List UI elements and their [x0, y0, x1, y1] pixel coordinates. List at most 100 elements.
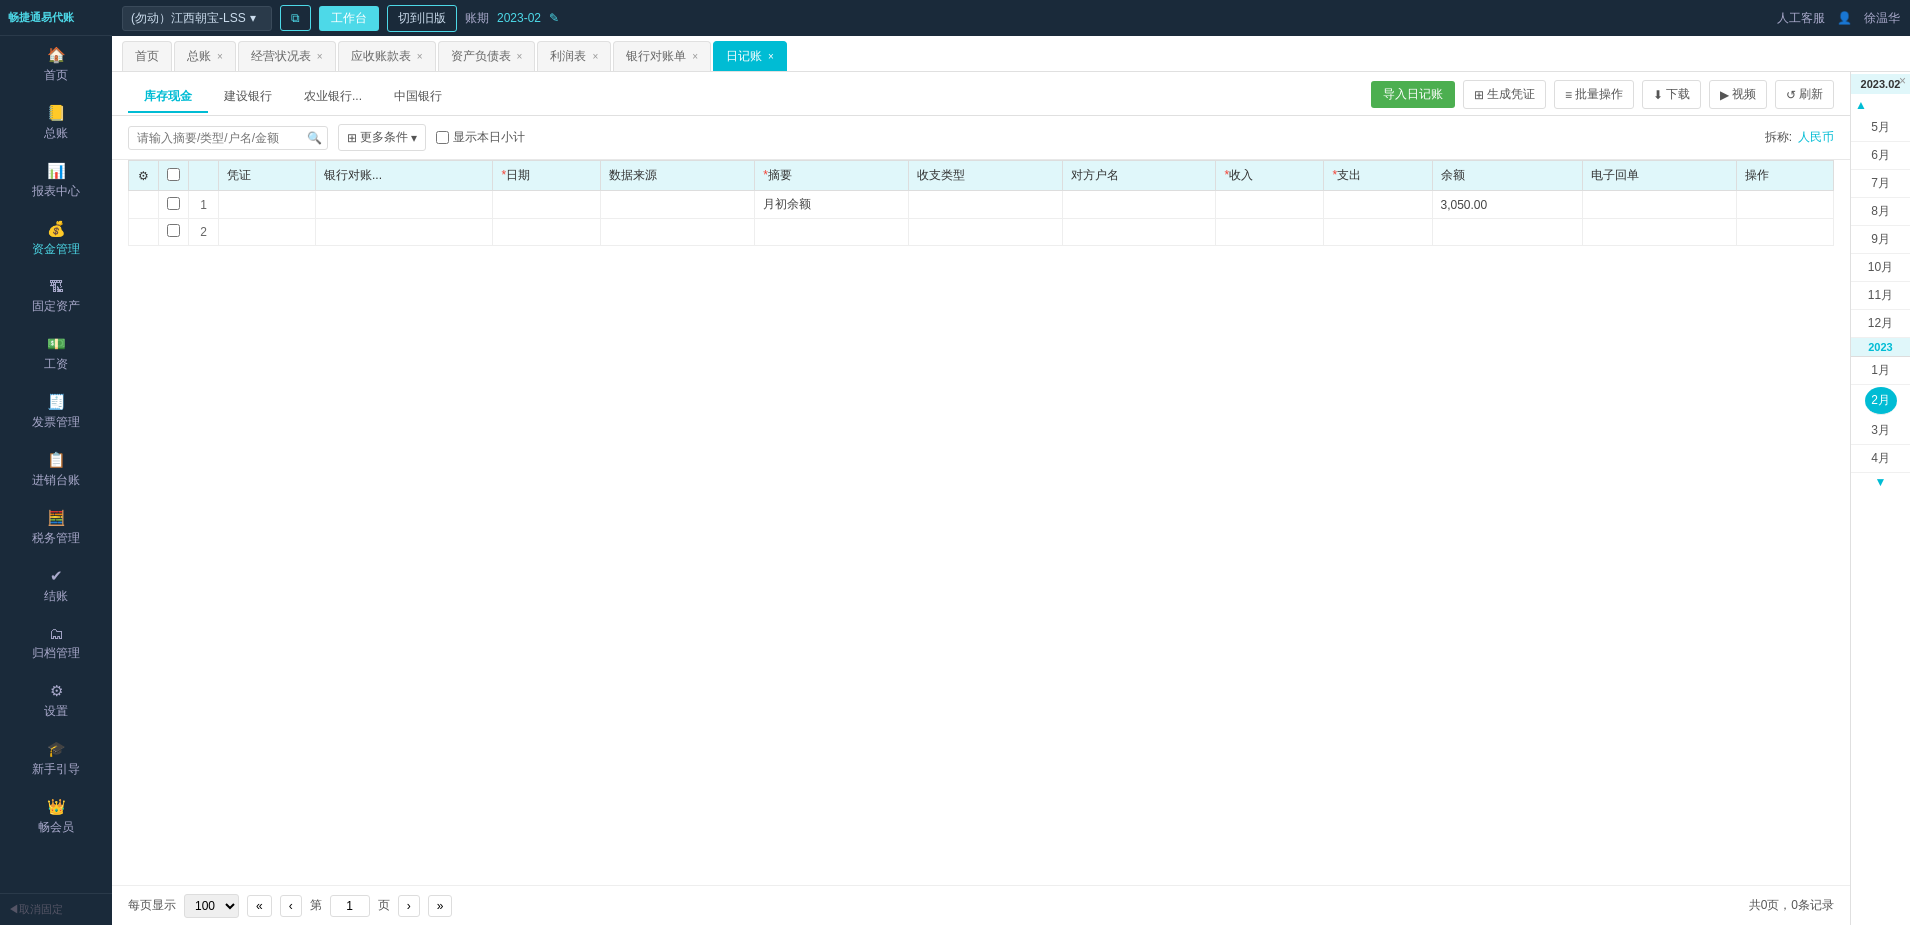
- old-version-button[interactable]: 切到旧版: [387, 5, 457, 32]
- tab-close-icon[interactable]: ×: [768, 51, 774, 62]
- row-select-checkbox[interactable]: [167, 197, 180, 210]
- sidebar-item-label: 归档管理: [32, 645, 80, 662]
- calendar-month-1月[interactable]: 1月: [1851, 357, 1910, 385]
- tab-close-icon[interactable]: ×: [692, 51, 698, 62]
- subtab-农业银行...[interactable]: 农业银行...: [288, 82, 378, 113]
- tab-经营状况表[interactable]: 经营状况表×: [238, 41, 336, 71]
- company-selector[interactable]: (勿动）江西朝宝-LSS ▾: [122, 6, 272, 31]
- next-page-button[interactable]: ›: [398, 895, 420, 917]
- sidebar-item-进销台账[interactable]: 📋进销台账: [0, 441, 112, 499]
- sidebar-item-资金管理[interactable]: 💰资金管理: [0, 210, 112, 268]
- generate-voucher-button[interactable]: ⊞ 生成凭证: [1463, 80, 1546, 109]
- calendar-month-4月[interactable]: 4月: [1851, 445, 1910, 473]
- tab-close-icon[interactable]: ×: [217, 51, 223, 62]
- check-column-header[interactable]: [159, 161, 189, 191]
- sidebar-item-label: 资金管理: [32, 241, 80, 258]
- prev-page-button[interactable]: ‹: [280, 895, 302, 917]
- import-journal-button[interactable]: 导入日记账: [1371, 81, 1455, 108]
- sidebar-icon: 👑: [47, 798, 66, 816]
- subtab-库存现金[interactable]: 库存现金: [128, 82, 208, 113]
- tab-日记账[interactable]: 日记账×: [713, 41, 787, 71]
- avatar-icon: 👤: [1837, 11, 1852, 25]
- sidebar-item-固定资产[interactable]: 🏗固定资产: [0, 268, 112, 325]
- calendar-month-9月[interactable]: 9月: [1851, 226, 1910, 254]
- sidebar-item-label: 设置: [44, 703, 68, 720]
- username[interactable]: 徐温华: [1864, 10, 1900, 27]
- calendar-month-12月[interactable]: 12月: [1851, 310, 1910, 338]
- calendar-nav-up: ▲: [1851, 96, 1910, 114]
- settings-column-header[interactable]: ⚙: [129, 161, 159, 191]
- tab-资产负债表[interactable]: 资产负债表×: [438, 41, 536, 71]
- calendar-months-before: 5月6月7月8月9月10月11月12月: [1851, 114, 1910, 338]
- page-label-post: 页: [378, 897, 390, 914]
- calendar-month-11月[interactable]: 11月: [1851, 282, 1910, 310]
- copy-button[interactable]: ⧉: [280, 5, 311, 31]
- expense-column-header: *支出: [1324, 161, 1432, 191]
- row-source: [601, 191, 755, 219]
- operate-column-header: 操作: [1736, 161, 1833, 191]
- show-daily-subtotal-checkbox[interactable]: 显示本日小计: [436, 129, 525, 146]
- video-button[interactable]: ▶ 视频: [1709, 80, 1767, 109]
- calendar-up-button[interactable]: ▲: [1855, 98, 1867, 112]
- calendar-close-button[interactable]: ×: [1899, 74, 1906, 88]
- sidebar-item-新手引导[interactable]: 🎓新手引导: [0, 730, 112, 788]
- unpin-label: ◀取消固定: [8, 902, 63, 917]
- row-balance: 3,050.00: [1432, 191, 1583, 219]
- calendar-down-button[interactable]: ▼: [1875, 475, 1887, 489]
- tab-总账[interactable]: 总账×: [174, 41, 236, 71]
- sidebar-item-发票管理[interactable]: 🧾发票管理: [0, 383, 112, 441]
- refresh-icon: ↺: [1786, 88, 1796, 102]
- customer-service[interactable]: 人工客服: [1777, 10, 1825, 27]
- balance-column-header: 余额: [1432, 161, 1583, 191]
- row-select-checkbox[interactable]: [167, 224, 180, 237]
- tab-close-icon[interactable]: ×: [592, 51, 598, 62]
- row-voucher: [219, 191, 316, 219]
- first-page-button[interactable]: «: [247, 895, 272, 917]
- calendar-month-7月[interactable]: 7月: [1851, 170, 1910, 198]
- tab-close-icon[interactable]: ×: [417, 51, 423, 62]
- sidebar-item-归档管理[interactable]: 🗂归档管理: [0, 615, 112, 672]
- calendar-month-3月[interactable]: 3月: [1851, 417, 1910, 445]
- period-value[interactable]: 2023-02: [497, 11, 541, 25]
- tab-close-icon[interactable]: ×: [517, 51, 523, 62]
- row-checkbox[interactable]: [159, 219, 189, 246]
- tab-银行对账单[interactable]: 银行对账单×: [613, 41, 711, 71]
- tab-利润表[interactable]: 利润表×: [537, 41, 611, 71]
- calendar-month-6月[interactable]: 6月: [1851, 142, 1910, 170]
- calendar-month-8月[interactable]: 8月: [1851, 198, 1910, 226]
- tab-close-icon[interactable]: ×: [317, 51, 323, 62]
- row-checkbox[interactable]: [159, 191, 189, 219]
- sidebar-unpin[interactable]: ◀取消固定: [0, 893, 112, 925]
- calendar-month-2月[interactable]: 2月: [1865, 387, 1897, 415]
- subtotal-checkbox[interactable]: [436, 131, 449, 144]
- calendar-month-5月[interactable]: 5月: [1851, 114, 1910, 142]
- per-page-select[interactable]: 100 50 200: [184, 894, 239, 918]
- subtab-建设银行[interactable]: 建设银行: [208, 82, 288, 113]
- sidebar-item-报表中心[interactable]: 📊报表中心: [0, 152, 112, 210]
- search-input[interactable]: [128, 126, 328, 150]
- more-conditions-button[interactable]: ⊞ 更多条件 ▾: [338, 124, 426, 151]
- workspace-button[interactable]: 工作台: [319, 6, 379, 31]
- income-column-header: *收入: [1216, 161, 1324, 191]
- last-page-button[interactable]: »: [428, 895, 453, 917]
- currency-value[interactable]: 人民币: [1798, 129, 1834, 146]
- download-button[interactable]: ⬇ 下载: [1642, 80, 1701, 109]
- sidebar-item-工资[interactable]: 💵工资: [0, 325, 112, 383]
- sidebar-item-畅会员[interactable]: 👑畅会员: [0, 788, 112, 846]
- refresh-button[interactable]: ↺ 刷新: [1775, 80, 1834, 109]
- tab-首页[interactable]: 首页: [122, 41, 172, 71]
- sidebar-item-首页[interactable]: 🏠首页: [0, 36, 112, 94]
- subtab-中国银行[interactable]: 中国银行: [378, 82, 458, 113]
- sidebar-item-结账[interactable]: ✔结账: [0, 557, 112, 615]
- page-number-input[interactable]: [330, 895, 370, 917]
- select-all-checkbox[interactable]: [167, 168, 180, 181]
- sidebar-item-设置[interactable]: ⚙设置: [0, 672, 112, 730]
- period-edit-icon[interactable]: ✎: [549, 11, 559, 25]
- tab-应收账款表[interactable]: 应收账款表×: [338, 41, 436, 71]
- calendar-month-10月[interactable]: 10月: [1851, 254, 1910, 282]
- search-icon[interactable]: 🔍: [307, 131, 322, 145]
- batch-operate-button[interactable]: ≡ 批量操作: [1554, 80, 1634, 109]
- sidebar-item-总账[interactable]: 📒总账: [0, 94, 112, 152]
- row-expense: [1324, 219, 1432, 246]
- sidebar-item-税务管理[interactable]: 🧮税务管理: [0, 499, 112, 557]
